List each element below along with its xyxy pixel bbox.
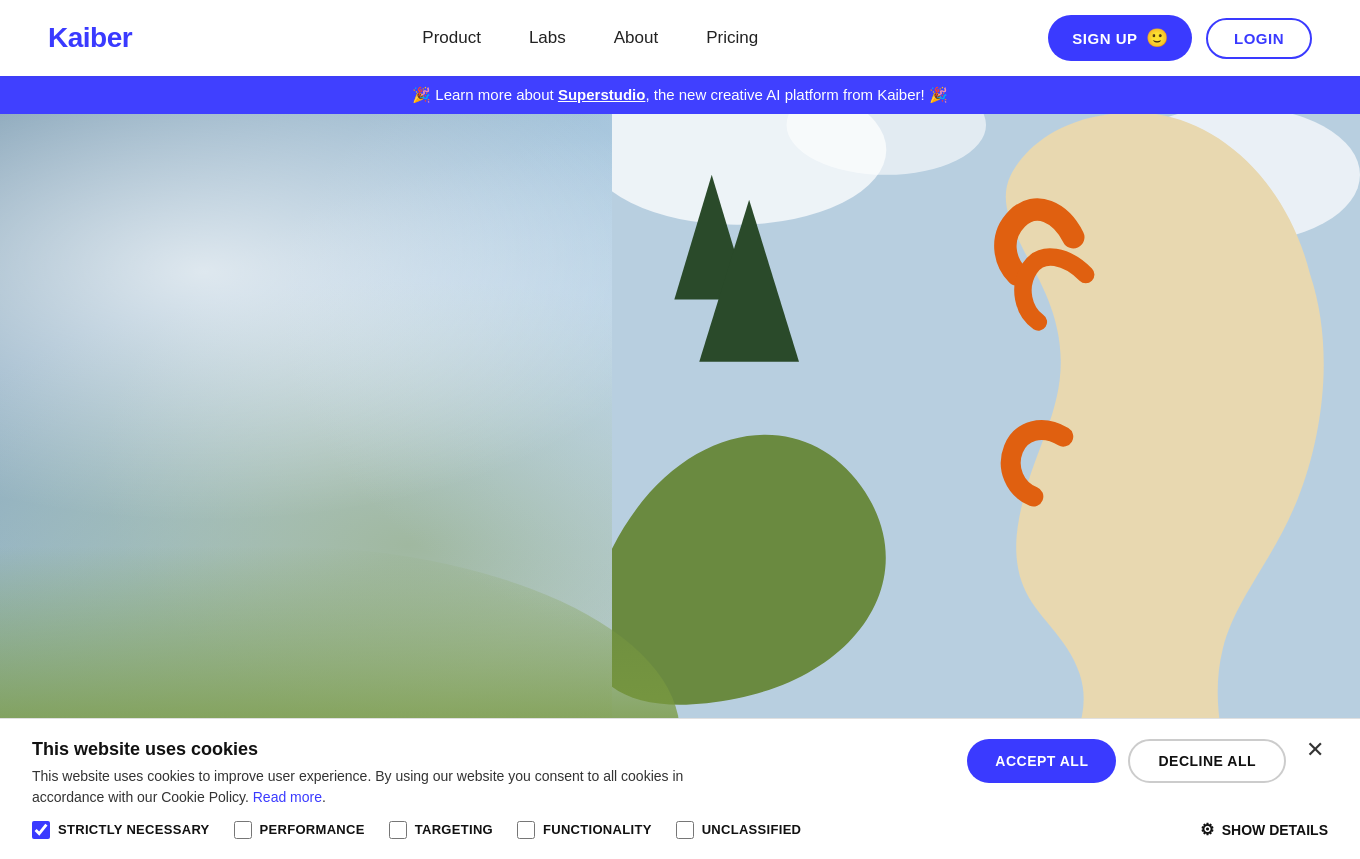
cookie-bottom-row: STRICTLY NECESSARY PERFORMANCE TARGETING… [32,820,1328,839]
nav-actions: SIGN UP 🙂 LOGIN [1048,15,1312,61]
login-button[interactable]: LOGIN [1206,18,1312,59]
checkbox-unclassified[interactable]: UNCLASSIFIED [676,821,802,839]
decline-all-button[interactable]: DECLINE ALL [1128,739,1286,783]
checkbox-strictly-necessary[interactable]: STRICTLY NECESSARY [32,821,210,839]
announcement-prefix: 🎉 Learn more about [412,86,558,103]
announcement-suffix: , the new creative AI platform from Kaib… [645,86,947,103]
cookie-action-buttons: ACCEPT ALL DECLINE ALL [967,739,1286,783]
checkbox-functionality[interactable]: FUNCTIONALITY [517,821,652,839]
read-more-link[interactable]: Read more [253,789,322,805]
nav-link-product[interactable]: Product [422,28,481,47]
navbar: Kaiber Product Labs About Pricing SIGN U… [0,0,1360,76]
nav-link-labs[interactable]: Labs [529,28,566,47]
cookie-close-button[interactable]: ✕ [1302,739,1328,761]
superstudio-link[interactable]: Superstudio [558,86,646,103]
checkbox-targeting-input[interactable] [389,821,407,839]
accept-all-button[interactable]: ACCEPT ALL [967,739,1116,783]
checkbox-targeting[interactable]: TARGETING [389,821,493,839]
cookie-top-row: This website uses cookies This website u… [32,739,1328,808]
checkbox-unclassified-input[interactable] [676,821,694,839]
signup-button[interactable]: SIGN UP 🙂 [1048,15,1192,61]
show-details-button[interactable]: ⚙ SHOW DETAILS [1200,820,1328,839]
cookie-description: This website uses cookies to improve use… [32,766,712,808]
checkbox-performance[interactable]: PERFORMANCE [234,821,365,839]
cookie-title: This website uses cookies [32,739,967,760]
smiley-icon: 🙂 [1146,27,1169,49]
logo[interactable]: Kaiber [48,22,132,54]
checkbox-functionality-input[interactable] [517,821,535,839]
checkbox-performance-input[interactable] [234,821,252,839]
cookie-content: This website uses cookies This website u… [32,739,967,808]
nav-links: Product Labs About Pricing [422,28,758,48]
cookie-checkboxes: STRICTLY NECESSARY PERFORMANCE TARGETING… [32,821,801,839]
gear-icon: ⚙ [1200,820,1214,839]
nav-link-about[interactable]: About [614,28,658,47]
announcement-banner: 🎉 Learn more about Superstudio, the new … [0,76,1360,114]
cookie-banner: This website uses cookies This website u… [0,718,1360,859]
nav-link-pricing[interactable]: Pricing [706,28,758,47]
checkbox-strictly-input[interactable] [32,821,50,839]
